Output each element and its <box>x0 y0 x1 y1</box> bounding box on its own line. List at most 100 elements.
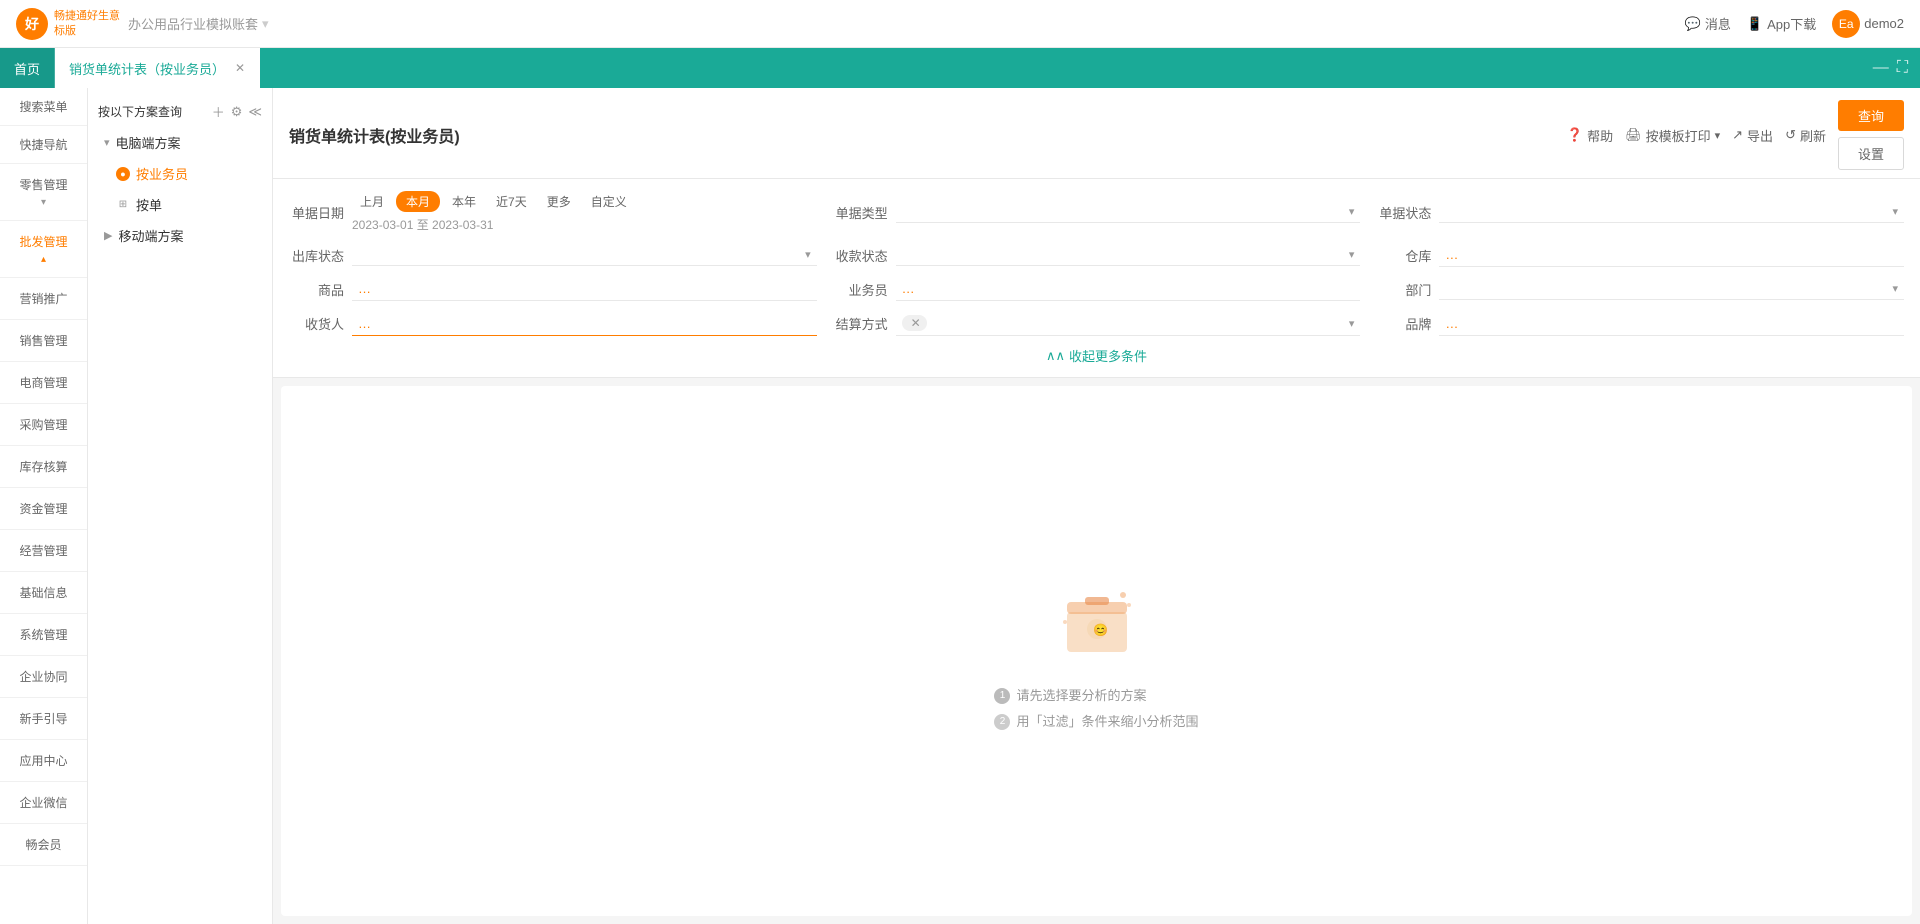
doc-type-arrow: ▾ <box>1349 205 1355 218</box>
payment-item: 结算方式 ✕ ▾ <box>833 311 1361 336</box>
receipt-status-select[interactable]: ▾ <box>896 244 1361 266</box>
salesperson-item: 业务员 … <box>833 277 1361 301</box>
panel-header-icons: ＋ ⚙ ≪ <box>212 102 262 121</box>
doc-status-label: 单据状态 <box>1376 203 1431 222</box>
goods-label: 商品 <box>289 280 344 299</box>
tab-expand-icon[interactable]: ⛶ <box>1897 59 1908 77</box>
operation-label: 经营管理 <box>19 542 67 559</box>
app-download-btn[interactable]: 📱 App下载 <box>1747 14 1816 33</box>
payment-arrow: ▾ <box>1349 317 1355 330</box>
tab-sales-stat[interactable]: 销货单统计表（按业务员） ✕ <box>55 48 260 88</box>
date-tab-last-month[interactable]: 上月 <box>352 191 392 212</box>
collapse-panel-icon[interactable]: ≪ <box>248 104 262 120</box>
sidebar-item-app-center[interactable]: 应用中心 <box>0 740 87 782</box>
page-actions: ❓ 帮助 🖨 按模板打印 ▾ ↗ 导出 ↺ 刷新 查询 <box>1567 100 1904 170</box>
date-tab-this-month[interactable]: 本月 <box>396 191 440 212</box>
download-icon: 📱 <box>1747 16 1763 32</box>
brand-input[interactable]: … <box>1439 312 1904 336</box>
logo-icon: 好 <box>16 8 48 40</box>
message-btn[interactable]: 💬 消息 <box>1685 14 1731 33</box>
brand-item: 品牌 … <box>1376 312 1904 336</box>
user-avatar-btn[interactable]: Ea demo2 <box>1832 10 1904 38</box>
doc-status-arrow: ▾ <box>1892 205 1898 218</box>
page-title-bar: 销货单统计表(按业务员) ❓ 帮助 🖨 按模板打印 ▾ ↗ 导出 ↺ 刷新 <box>273 88 1920 179</box>
tree-mobile-scheme[interactable]: ▶ 移动端方案 <box>88 220 272 251</box>
sidebar-item-system[interactable]: 系统管理 <box>0 614 87 656</box>
collapse-up-icon: ∧∧ <box>1046 348 1065 364</box>
date-tab-this-year[interactable]: 本年 <box>444 191 484 212</box>
tree-pc-scheme[interactable]: ▾ 电脑端方案 <box>88 127 272 158</box>
template-print-btn[interactable]: 🖨 按模板打印 ▾ <box>1625 126 1720 145</box>
filter-row-3: 商品 … 业务员 … 部门 ▾ <box>289 277 1904 301</box>
sidebar-item-member[interactable]: 畅会员 <box>0 824 87 866</box>
settings-scheme-icon[interactable]: ⚙ <box>231 104 243 120</box>
help-btn[interactable]: ❓ 帮助 <box>1567 126 1613 145</box>
sidebar-item-wholesale[interactable]: 批发管理 ▴ <box>0 221 87 278</box>
receipt-status-item: 收款状态 ▾ <box>833 244 1361 266</box>
consignee-input[interactable]: … <box>352 312 817 336</box>
add-scheme-icon[interactable]: ＋ <box>212 102 225 121</box>
doc-type-item: 单据类型 ▾ <box>833 201 1361 223</box>
warehouse-input[interactable]: … <box>1439 243 1904 267</box>
tree-by-salesperson[interactable]: ● 按业务员 <box>88 158 272 189</box>
print-arrow-icon: ▾ <box>1715 129 1721 142</box>
refresh-btn[interactable]: ↺ 刷新 <box>1785 126 1826 145</box>
by-order-label: 按单 <box>136 195 162 214</box>
date-tab-custom[interactable]: 自定义 <box>583 191 635 212</box>
sidebar-item-marketing[interactable]: 营销推广 <box>0 278 87 320</box>
sidebar-item-quick-nav[interactable]: 快捷导航 <box>0 126 87 164</box>
main-layout: 搜索菜单 快捷导航 零售管理 ▾ 批发管理 ▴ 营销推广 销售管理 电商管理 采… <box>0 88 1920 924</box>
doc-status-item: 单据状态 ▾ <box>1376 201 1904 223</box>
sidebar-item-purchase[interactable]: 采购管理 <box>0 404 87 446</box>
sidebar-item-ecommerce[interactable]: 电商管理 <box>0 362 87 404</box>
tip-num-1: 1 <box>994 688 1010 704</box>
out-status-item: 出库状态 ▾ <box>289 244 817 266</box>
sidebar-item-search-menu[interactable]: 搜索菜单 <box>0 88 87 126</box>
date-tab-last7days[interactable]: 近7天 <box>488 191 535 212</box>
active-dot-icon: ● <box>116 167 130 181</box>
payment-select[interactable]: ✕ ▾ <box>896 311 1361 336</box>
dept-item: 部门 ▾ <box>1376 278 1904 300</box>
tree-by-order[interactable]: ⊞ 按单 <box>88 189 272 220</box>
tab-minimize-icon[interactable]: — <box>1873 59 1889 77</box>
wechat-label: 企业微信 <box>19 794 67 811</box>
sidebar-item-enterprise[interactable]: 企业协同 <box>0 656 87 698</box>
breadcrumb-chevron: ▾ <box>262 16 269 32</box>
dept-select[interactable]: ▾ <box>1439 278 1904 300</box>
sidebar-item-sales[interactable]: 销售管理 <box>0 320 87 362</box>
marketing-label: 营销推广 <box>19 290 67 307</box>
sidebar-item-finance[interactable]: 资金管理 <box>0 488 87 530</box>
collapse-btn[interactable]: ∧∧ 收起更多条件 <box>289 346 1904 365</box>
out-status-select[interactable]: ▾ <box>352 244 817 266</box>
consignee-dots: … <box>358 316 371 331</box>
payment-tag-close[interactable]: ✕ <box>911 316 921 330</box>
tab-home-label: 首页 <box>14 59 40 78</box>
sidebar-item-operation[interactable]: 经营管理 <box>0 530 87 572</box>
warehouse-dots: … <box>1445 247 1458 262</box>
enterprise-label: 企业协同 <box>19 668 67 685</box>
goods-input[interactable]: … <box>352 277 817 301</box>
sidebar-item-inventory[interactable]: 库存核算 <box>0 446 87 488</box>
tab-home[interactable]: 首页 <box>0 48 55 88</box>
export-btn[interactable]: ↗ 导出 <box>1732 126 1773 145</box>
empty-illustration: 😊 <box>1047 567 1147 667</box>
doc-type-select[interactable]: ▾ <box>896 201 1361 223</box>
tab-close-icon[interactable]: ✕ <box>235 61 245 75</box>
sidebar-item-newbie[interactable]: 新手引导 <box>0 698 87 740</box>
salesperson-input[interactable]: … <box>896 277 1361 301</box>
goods-dots: … <box>358 281 371 296</box>
sidebar-item-basic[interactable]: 基础信息 <box>0 572 87 614</box>
collapse-label: 收起更多条件 <box>1069 346 1147 365</box>
query-button[interactable]: 查询 <box>1838 100 1904 131</box>
inventory-label: 库存核算 <box>19 458 67 475</box>
doc-status-select[interactable]: ▾ <box>1439 201 1904 223</box>
settings-button[interactable]: 设置 <box>1838 137 1904 170</box>
grid-icon: ⊞ <box>116 198 130 212</box>
out-status-arrow: ▾ <box>805 248 811 261</box>
consignee-label: 收货人 <box>289 314 344 333</box>
export-icon: ↗ <box>1732 127 1743 143</box>
date-tab-more[interactable]: 更多 <box>539 191 579 212</box>
sidebar-item-retail[interactable]: 零售管理 ▾ <box>0 164 87 221</box>
date-control: 上月 本月 本年 近7天 更多 自定义 2023-03-01 至 2023-03… <box>352 191 817 233</box>
sidebar-item-wechat[interactable]: 企业微信 <box>0 782 87 824</box>
